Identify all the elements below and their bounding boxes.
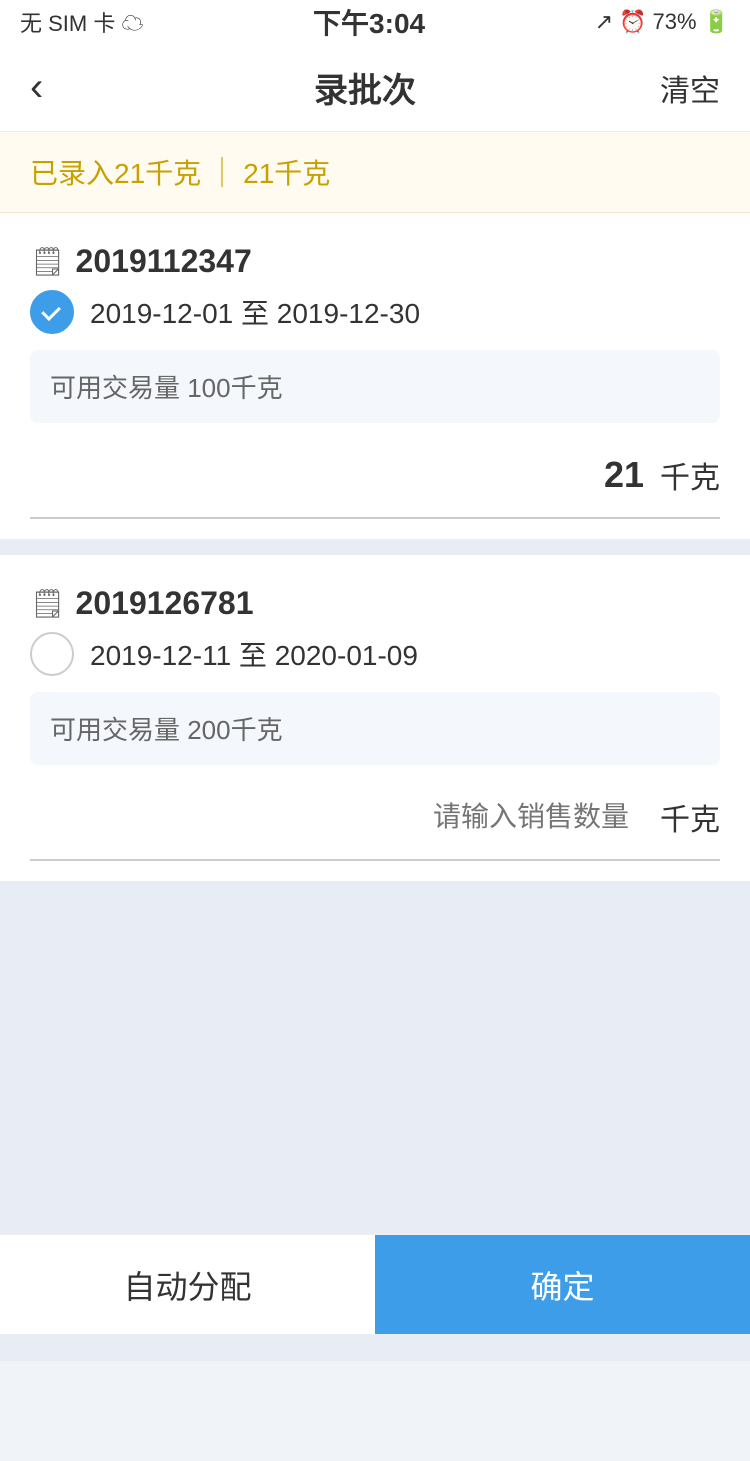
qty-unit-2: 千克 (660, 795, 720, 839)
batch-header-2: 🗒 2019126781 (0, 555, 750, 632)
recorded-value: 21千克 (243, 152, 330, 192)
qty-row-1: 21 千克 (0, 443, 750, 517)
batch-date-row-1: 2019-12-01 至 2019-12-30 (0, 290, 750, 350)
confirm-button[interactable]: 确定 (375, 1235, 750, 1334)
qty-input-2[interactable] (283, 801, 644, 833)
batch-date-2: 2019-12-11 至 2020-01-09 (90, 634, 418, 674)
bottom-bar: 自动分配 确定 (0, 1234, 750, 1334)
no-sim-text: 无 SIM 卡 ☁ (20, 6, 143, 38)
batch-icon-1: 🗒 (30, 245, 66, 278)
availability-1: 可用交易量 100千克 (30, 350, 720, 423)
auto-distribute-button[interactable]: 自动分配 (0, 1235, 375, 1334)
back-button[interactable]: ‹ (30, 65, 90, 110)
battery-text: 73% (653, 9, 697, 35)
qty-unit-1: 千克 (660, 453, 720, 497)
qty-value-1: 21 (564, 454, 644, 496)
status-left: 无 SIM 卡 ☁ (20, 6, 143, 38)
location-icon: ↗ (595, 9, 613, 35)
batch-date-1: 2019-12-01 至 2019-12-30 (90, 292, 420, 332)
clear-button[interactable]: 清空 (640, 66, 720, 110)
page-title: 录批次 (314, 63, 416, 112)
nav-bar: ‹ 录批次 清空 (0, 44, 750, 132)
radio-1[interactable] (30, 290, 74, 334)
section-divider (0, 539, 750, 555)
radio-2[interactable] (30, 632, 74, 676)
batch-header-1: 🗒 2019112347 (0, 213, 750, 290)
qty-row-2[interactable]: 千克 (0, 785, 750, 859)
battery-icon: 🔋 (703, 9, 730, 35)
batch-id-2: 2019126781 (76, 585, 254, 622)
availability-text-1: 可用交易量 100千克 (50, 373, 283, 403)
info-banner: 已录入21千克 21千克 (0, 132, 750, 213)
batch-id-1: 2019112347 (76, 243, 252, 280)
batch-item-1: 🗒 2019112347 2019-12-01 至 2019-12-30 可用交… (0, 213, 750, 539)
clock-icon: ⏰ (619, 9, 646, 35)
availability-2: 可用交易量 200千克 (30, 692, 720, 765)
recorded-label: 已录入21千克 (30, 152, 201, 192)
batch-date-row-2: 2019-12-11 至 2020-01-09 (0, 632, 750, 692)
batch-item-2: 🗒 2019126781 2019-12-11 至 2020-01-09 可用交… (0, 555, 750, 881)
batch-icon-2: 🗒 (30, 587, 66, 620)
availability-text-2: 可用交易量 200千克 (50, 715, 283, 745)
status-bar: 无 SIM 卡 ☁ 下午3:04 ↗ ⏰ 73% 🔋 (0, 0, 750, 44)
info-divider (221, 157, 223, 187)
status-time: 下午3:04 (313, 2, 425, 42)
status-right: ↗ ⏰ 73% 🔋 (595, 9, 730, 35)
